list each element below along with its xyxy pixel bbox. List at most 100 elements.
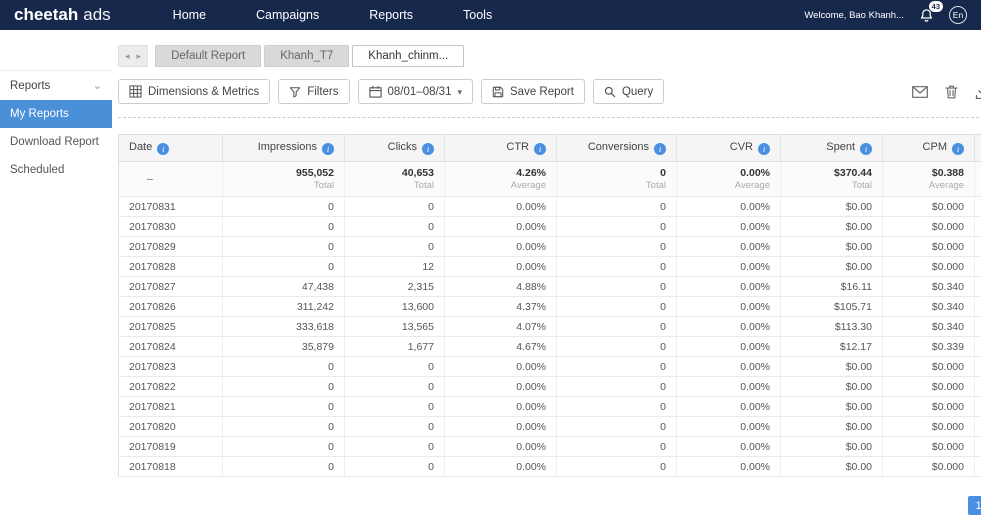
report-toolbar: Dimensions & Metrics Filters 08/01–08/31	[118, 79, 981, 104]
info-icon[interactable]: i	[758, 143, 770, 155]
filters-button[interactable]: Filters	[278, 79, 350, 104]
scrollbar-gutter-cell[interactable]	[974, 276, 981, 297]
tab-scroll-right-icon[interactable]	[137, 51, 142, 62]
value-cell: $0.00	[780, 376, 883, 397]
info-icon[interactable]: i	[860, 143, 872, 155]
scrollbar-gutter-cell[interactable]	[974, 356, 981, 377]
query-button[interactable]: Query	[592, 79, 665, 104]
value-cell: 0.00%	[676, 236, 781, 257]
value-cell: $0.000	[882, 196, 975, 217]
scrollbar-gutter-cell[interactable]	[974, 296, 981, 317]
tab-scroll-left-icon[interactable]	[125, 51, 130, 62]
scrollbar-gutter-cell[interactable]	[974, 436, 981, 457]
total-value: 4.26%	[516, 167, 546, 179]
column-header-conversions[interactable]: Conversions i	[556, 134, 677, 162]
scrollbar-gutter-cell[interactable]	[974, 416, 981, 437]
value-cell: 0.00%	[676, 216, 781, 237]
tab-default-report[interactable]: Default Report	[155, 45, 262, 67]
info-icon[interactable]: i	[157, 143, 170, 155]
value-cell: 0.00%	[444, 376, 557, 397]
scrollbar-gutter-cell[interactable]	[974, 336, 981, 357]
info-icon[interactable]: i	[322, 143, 334, 155]
scrollbar-gutter-cell[interactable]	[974, 256, 981, 277]
report-table: Date i Impressions i Clicks i CTR i Conversions i…	[118, 134, 981, 477]
email-report-button[interactable]	[912, 85, 928, 98]
toolbar-divider	[118, 117, 981, 118]
table-row: 20170822 0 0 0.00% 0 0.00% $0.00 $0.000	[118, 376, 981, 397]
scrollbar-gutter-cell[interactable]	[974, 216, 981, 237]
info-icon[interactable]: i	[654, 143, 666, 155]
value-cell: 1,677	[344, 336, 445, 357]
value-cell: $0.00	[780, 256, 883, 277]
tab-khanh-t7[interactable]: Khanh_T7	[264, 45, 350, 67]
scrollbar-gutter-cell[interactable]	[974, 196, 981, 217]
scrollbar-gutter-cell[interactable]	[974, 161, 981, 197]
column-header-date[interactable]: Date i	[118, 134, 223, 162]
date-cell: 20170828	[118, 256, 223, 277]
column-header-spent[interactable]: Spent i	[780, 134, 883, 162]
nav-item-tools[interactable]: Tools	[463, 8, 492, 22]
table-row: 20170828 0 12 0.00% 0 0.00% $0.00 $0.000	[118, 256, 981, 277]
sidebar-item-my-reports[interactable]: My Reports	[0, 100, 112, 128]
value-cell: 0	[556, 396, 677, 417]
info-icon[interactable]: i	[952, 143, 964, 155]
value-cell: 0.00%	[676, 256, 781, 277]
value-cell: $0.000	[882, 416, 975, 437]
welcome-text[interactable]: Welcome, Bao Khanh...	[804, 10, 904, 21]
column-header-cvr[interactable]: CVR i	[676, 134, 781, 162]
table-row: 20170831 0 0 0.00% 0 0.00% $0.00 $0.000	[118, 196, 981, 217]
column-label: CVR	[729, 141, 753, 153]
top-navbar: cheetah ads Home Campaigns Reports Tools …	[0, 0, 981, 30]
scrollbar-gutter-cell[interactable]	[974, 376, 981, 397]
sidebar-item-download-report[interactable]: Download Report	[0, 128, 112, 156]
column-header-cpm[interactable]: CPM i	[882, 134, 975, 162]
info-icon[interactable]: i	[422, 143, 434, 155]
table-row: 20170825 333,618 13,565 4.07% 0 0.00% $113.30 $…	[118, 316, 981, 337]
sidebar: Reports My Reports Download Report Sched…	[0, 30, 112, 520]
column-header-impressions[interactable]: Impressions i	[222, 134, 345, 162]
total-cell: 0 Total	[556, 161, 677, 197]
value-cell: 4.37%	[444, 296, 557, 317]
value-cell: 0	[556, 356, 677, 377]
date-range-label: 08/01–08/31	[387, 85, 452, 98]
column-label: Impressions	[257, 141, 317, 153]
brand-logo[interactable]: cheetah ads	[14, 5, 111, 25]
save-report-button[interactable]: Save Report	[481, 79, 585, 104]
delete-report-button[interactable]	[945, 85, 958, 99]
column-label: Date	[129, 141, 153, 153]
sidebar-section-reports[interactable]: Reports	[0, 70, 112, 100]
value-cell: 0	[556, 336, 677, 357]
scrollbar-gutter-cell[interactable]	[974, 236, 981, 257]
value-cell: 0.00%	[676, 276, 781, 297]
date-cell: 20170819	[118, 436, 223, 457]
scrollbar-gutter-cell[interactable]	[974, 456, 981, 477]
value-cell: 0.00%	[676, 456, 781, 477]
download-report-button[interactable]	[975, 85, 981, 99]
pagination-page-1[interactable]: 1	[968, 496, 981, 515]
scrollbar-gutter-cell[interactable]	[974, 396, 981, 417]
dimensions-metrics-button[interactable]: Dimensions & Metrics	[118, 79, 271, 104]
column-header-ctr[interactable]: CTR i	[444, 134, 557, 162]
notifications-button[interactable]: 43	[919, 0, 943, 23]
tab-khanh-chinm[interactable]: Khanh_chinm...	[352, 45, 465, 67]
nav-item-reports[interactable]: Reports	[369, 8, 413, 22]
value-cell: $0.00	[780, 196, 883, 217]
language-button[interactable]: En	[949, 6, 967, 24]
value-cell: 0.00%	[676, 336, 781, 357]
column-header-clicks[interactable]: Clicks i	[344, 134, 445, 162]
info-icon[interactable]: i	[534, 143, 546, 155]
date-cell: 20170818	[118, 456, 223, 477]
date-range-button[interactable]: 08/01–08/31	[357, 79, 473, 104]
value-cell: 13,565	[344, 316, 445, 337]
table-row: 20170819 0 0 0.00% 0 0.00% $0.00 $0.000	[118, 436, 981, 457]
value-cell: 0	[344, 436, 445, 457]
scrollbar-gutter-cell[interactable]	[974, 316, 981, 337]
nav-item-home[interactable]: Home	[173, 8, 206, 22]
value-cell: $0.00	[780, 216, 883, 237]
sidebar-item-scheduled[interactable]: Scheduled	[0, 156, 112, 184]
nav-item-campaigns[interactable]: Campaigns	[256, 8, 319, 22]
value-cell: 0	[344, 456, 445, 477]
content-area: Default Report Khanh_T7 Khanh_chinm... D…	[112, 30, 981, 520]
tab-scroll-arrows	[118, 45, 149, 67]
value-cell: $0.00	[780, 436, 883, 457]
